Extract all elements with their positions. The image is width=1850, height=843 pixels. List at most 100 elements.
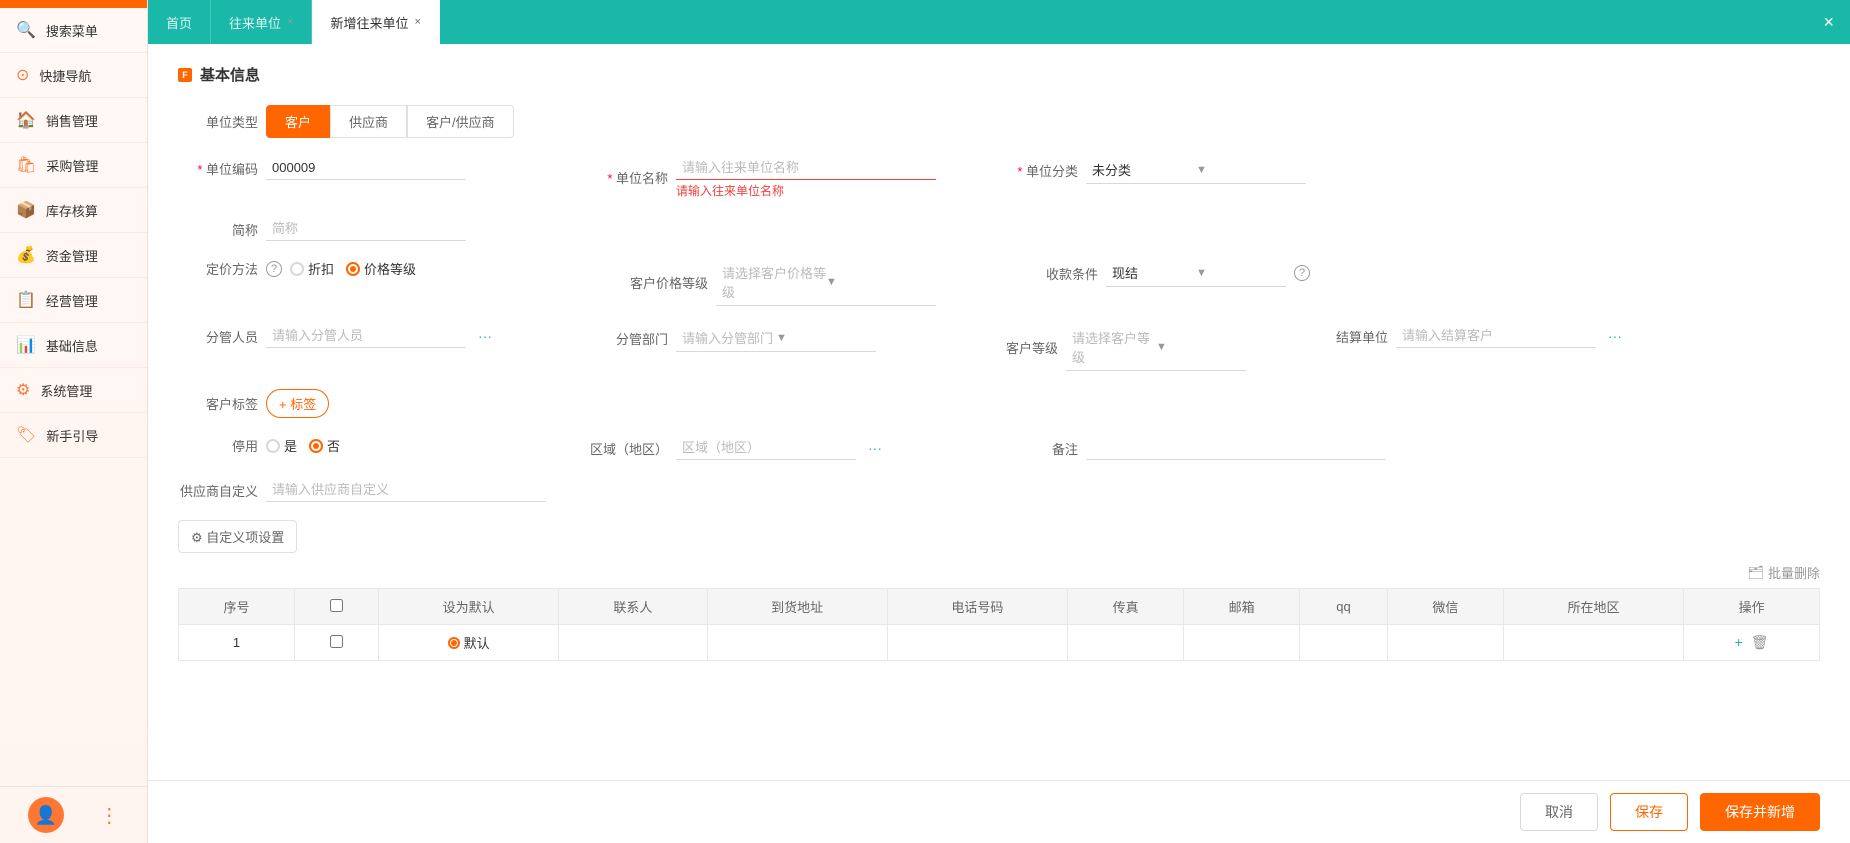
region-label: 区域（地区）: [588, 439, 668, 458]
batch-delete-btn[interactable]: 🗂 批量删除: [178, 563, 1820, 582]
payment-terms-help-icon[interactable]: ?: [1294, 265, 1310, 281]
settlement-unit-input[interactable]: [1396, 324, 1596, 348]
select-all-checkbox[interactable]: [330, 599, 343, 612]
col-email: 邮箱: [1184, 589, 1300, 625]
tab-home[interactable]: 首页: [148, 0, 211, 44]
region-field: 区域（地区） ···: [588, 436, 968, 460]
sidebar-item-label: 基础信息: [46, 336, 98, 355]
customer-price-level-arrow: ▼: [826, 276, 930, 288]
tab-bar-close-btn[interactable]: ×: [1807, 12, 1850, 33]
unit-type-customer-btn[interactable]: 客户: [266, 105, 330, 138]
short-name-input[interactable]: [266, 217, 466, 241]
sidebar-expand-btn[interactable]: ⋮: [99, 803, 119, 828]
contacts-table: 序号 设为默认 联系人 到货地址 电话号码 传真 邮箱 qq 微信 所在地区 操…: [178, 588, 1820, 661]
tab-partners-label: 往来单位: [229, 13, 281, 32]
disabled-field: 停用 是 否: [178, 436, 558, 455]
pricing-method-label: 定价方法: [178, 259, 258, 278]
row-default-radio[interactable]: [448, 637, 460, 649]
sidebar-item-basic-info[interactable]: 📊 基础信息: [0, 323, 147, 368]
sidebar-item-system[interactable]: ⚙ 系统管理: [0, 368, 147, 413]
remarks-input[interactable]: [1086, 436, 1386, 460]
col-region: 所在地区: [1503, 589, 1683, 625]
section-title-text: 基本信息: [200, 64, 260, 85]
row-add-btn[interactable]: +: [1735, 634, 1743, 651]
department-select[interactable]: 请输入分管部门 ▼: [676, 324, 876, 352]
row-checkbox-1[interactable]: [330, 635, 343, 648]
unit-type-supplier-btn[interactable]: 供应商: [330, 105, 407, 138]
row-region: [1503, 625, 1683, 661]
sidebar-item-finance[interactable]: 💰 资金管理: [0, 233, 147, 278]
remarks-field: 备注: [998, 436, 1820, 460]
manager-field: 分管人员 ···: [178, 324, 558, 348]
unit-type-row: 单位类型 客户 供应商 客户/供应商: [178, 105, 1820, 138]
unit-type-both-btn[interactable]: 客户/供应商: [407, 105, 514, 138]
remarks-label: 备注: [998, 439, 1078, 458]
unit-type-group: 客户 供应商 客户/供应商: [266, 105, 514, 138]
manager-label: 分管人员: [178, 327, 258, 346]
sidebar-item-search[interactable]: 🔍 搜索菜单: [0, 8, 147, 53]
customer-level-select[interactable]: 请选择客户等级 ▼: [1066, 324, 1246, 371]
sidebar-item-label: 库存核算: [46, 201, 98, 220]
unit-name-input[interactable]: [676, 156, 936, 180]
add-tag-button[interactable]: + 标签: [266, 389, 329, 418]
row-address: [707, 625, 887, 661]
sidebar-item-inventory[interactable]: 📦 库存核算: [0, 188, 147, 233]
unit-code-field: 单位编码: [178, 156, 558, 180]
unit-name-label: 单位名称: [588, 168, 668, 187]
tab-partners[interactable]: 往来单位 ×: [211, 0, 312, 44]
sidebar-item-new-guide[interactable]: 🏷 新手引导: [0, 413, 147, 458]
sidebar-item-quick-nav[interactable]: ⊙ 快捷导航: [0, 53, 147, 98]
short-name-row: 简称: [178, 217, 1820, 241]
disabled-no-radio[interactable]: 否: [309, 436, 340, 455]
row-delete-btn[interactable]: 🗑: [1751, 634, 1769, 651]
tab-new-partner-label: 新增往来单位: [330, 13, 408, 32]
manager-more-btn[interactable]: ···: [474, 328, 496, 344]
pricing-help-icon[interactable]: ?: [266, 261, 282, 277]
row-actions: + 🗑: [1684, 625, 1820, 661]
save-button[interactable]: 保存: [1610, 793, 1688, 831]
save-new-button[interactable]: 保存并新增: [1700, 793, 1820, 831]
pricing-discount-label: 折扣: [308, 259, 334, 278]
tab-new-partner[interactable]: 新增往来单位 ×: [312, 0, 439, 44]
row-wechat: [1387, 625, 1503, 661]
tab-new-partner-close[interactable]: ×: [414, 16, 420, 28]
pricing-radio-group: 折扣 价格等级: [290, 259, 416, 278]
custom-settings-button[interactable]: ⚙ 自定义项设置: [178, 520, 297, 553]
supplier-custom-field: 供应商自定义: [178, 478, 638, 502]
unit-type-field: 单位类型 客户 供应商 客户/供应商: [178, 105, 638, 138]
col-default: 设为默认: [379, 589, 559, 625]
department-placeholder: 请输入分管部门: [682, 328, 776, 347]
supplier-custom-input[interactable]: [266, 478, 546, 502]
row-default-label: 默认: [464, 633, 490, 652]
region-input[interactable]: [676, 436, 856, 460]
sidebar-item-sales[interactable]: 🏠 销售管理: [0, 98, 147, 143]
tab-bar: 首页 往来单位 × 新增往来单位 × ×: [148, 0, 1850, 44]
pricing-method-field: 定价方法 ? 折扣 价格等级: [178, 259, 598, 278]
settlement-unit-field: 结算单位 ···: [1308, 324, 1820, 348]
customer-price-level-field: 客户价格等级 请选择客户价格等级 ▼: [628, 259, 988, 306]
customer-price-level-select[interactable]: 请选择客户价格等级 ▼: [716, 259, 936, 306]
customer-level-label: 客户等级: [978, 338, 1058, 357]
customer-level-arrow: ▼: [1156, 341, 1240, 353]
settlement-unit-more-btn[interactable]: ···: [1604, 328, 1626, 344]
col-address: 到货地址: [707, 589, 887, 625]
unit-category-select[interactable]: 未分类 ▼: [1086, 156, 1306, 184]
sidebar-avatar-btn[interactable]: 👤: [28, 797, 64, 833]
disabled-yes-radio[interactable]: 是: [266, 436, 297, 455]
pricing-discount-radio[interactable]: 折扣: [290, 259, 334, 278]
cancel-button[interactable]: 取消: [1520, 793, 1598, 831]
customer-tags-row: 客户标签 + 标签: [178, 389, 1820, 418]
manager-input[interactable]: [266, 324, 466, 348]
pricing-level-radio[interactable]: 价格等级: [346, 259, 416, 278]
sidebar-item-operations[interactable]: 📋 经营管理: [0, 278, 147, 323]
supplier-custom-row: 供应商自定义: [178, 478, 1820, 502]
col-qq: qq: [1300, 589, 1388, 625]
pricing-level-label: 价格等级: [364, 259, 416, 278]
sidebar-item-purchase[interactable]: 🛍 采购管理: [0, 143, 147, 188]
payment-terms-select[interactable]: 现结 ▼: [1106, 259, 1286, 287]
region-more-btn[interactable]: ···: [864, 440, 886, 456]
unit-code-input[interactable]: [266, 156, 466, 180]
unit-name-error: 请输入往来单位名称: [676, 182, 968, 199]
batch-delete-label: 批量删除: [1768, 563, 1820, 582]
tab-partners-close[interactable]: ×: [287, 16, 293, 28]
